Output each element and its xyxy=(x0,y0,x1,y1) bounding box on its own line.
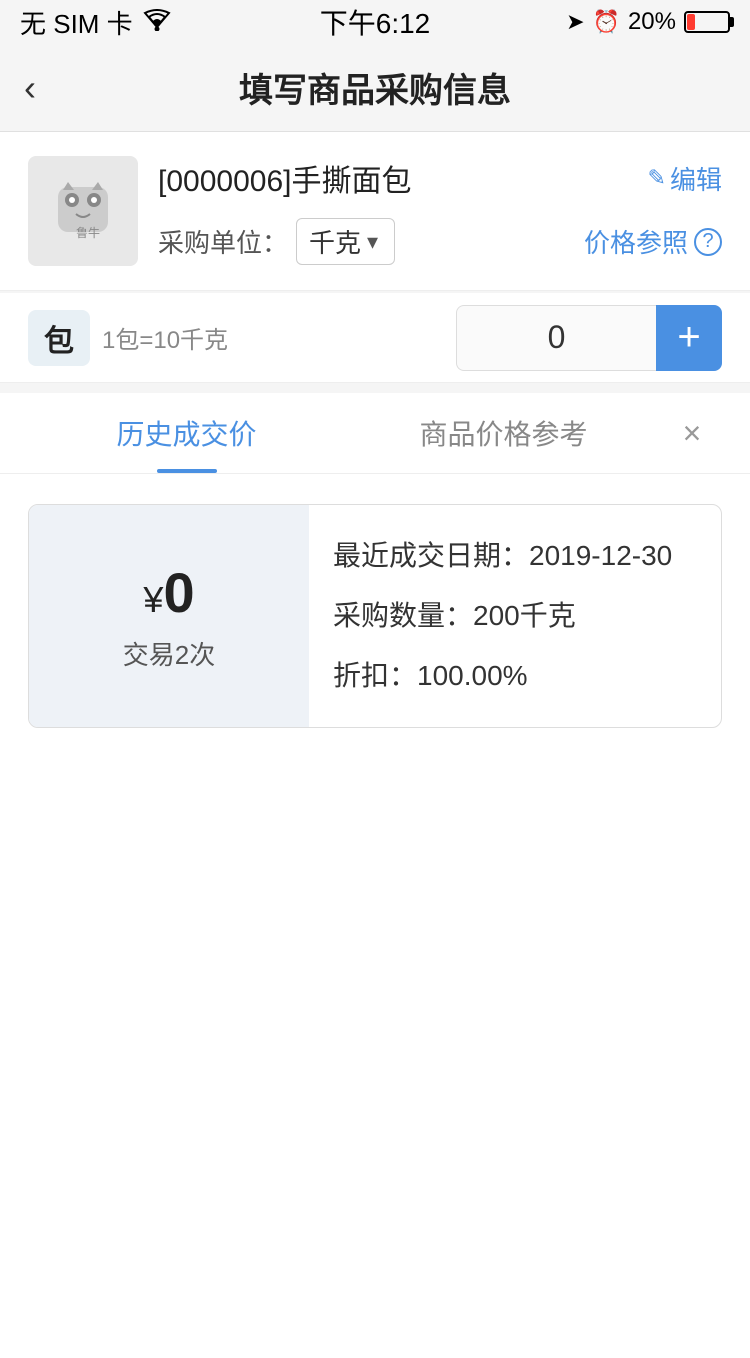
product-name: [0000006]手撕面包 xyxy=(158,156,411,200)
status-right: ➤ ⏰ 20% xyxy=(566,8,730,36)
location-icon: ➤ xyxy=(566,9,584,35)
qty-input[interactable]: 0 xyxy=(456,305,656,371)
history-trades: 交易2次 xyxy=(123,635,215,672)
wifi-icon xyxy=(143,7,171,38)
status-time: 下午6:12 xyxy=(320,2,431,42)
history-right: 最近成交日期：2019-12-30 采购数量：200千克 折扣：100.00% xyxy=(309,505,721,727)
qty-unit: 包 xyxy=(28,310,90,366)
svg-text:鲁牛: 鲁牛 xyxy=(76,225,100,240)
qty-input-group[interactable]: 0 + xyxy=(456,305,722,371)
page-title: 填写商品采购信息 xyxy=(239,63,511,112)
qty-conversion: 1包=10千克 xyxy=(102,320,228,355)
dropdown-arrow-icon: ▾ xyxy=(367,229,378,255)
battery-percent: 20% xyxy=(628,8,676,36)
history-card: ¥0 交易2次 最近成交日期：2019-12-30 采购数量：200千克 折扣：… xyxy=(28,504,722,728)
price-ref-button[interactable]: 价格参照 ? xyxy=(584,223,722,260)
qty-label-group: 包 1包=10千克 xyxy=(28,310,228,366)
tabs-header: 历史成交价 商品价格参考 × xyxy=(0,393,750,474)
unit-label: 采购单位： 千克 ▾ xyxy=(158,218,395,265)
tab-close-button[interactable]: × xyxy=(662,403,722,463)
status-bar: 无 SIM 卡 下午6:12 ➤ ⏰ 20% xyxy=(0,0,750,44)
tab-history-price[interactable]: 历史成交价 xyxy=(28,393,345,473)
history-detail-qty: 采购数量：200千克 xyxy=(333,595,697,637)
tab-price-ref[interactable]: 商品价格参考 xyxy=(345,393,662,473)
alarm-icon: ⏰ xyxy=(593,9,620,35)
quantity-section: 包 1包=10千克 0 + xyxy=(0,293,750,383)
carrier-text: 无 SIM 卡 xyxy=(20,4,133,41)
edit-icon: ✎ xyxy=(648,165,666,191)
history-content: ¥0 交易2次 最近成交日期：2019-12-30 采购数量：200千克 折扣：… xyxy=(0,474,750,758)
product-info: [0000006]手撕面包 ✎ 编辑 采购单位： 千克 ▾ 价格参照 ? xyxy=(158,156,722,265)
history-price: ¥0 xyxy=(143,560,194,625)
page-header: ‹ 填写商品采购信息 xyxy=(0,44,750,132)
product-card: 鲁牛 [0000006]手撕面包 ✎ 编辑 采购单位： 千克 ▾ 价格参照 xyxy=(0,132,750,291)
tabs-panel: 历史成交价 商品价格参考 × ¥0 交易2次 最近成交日期：2019-12-30… xyxy=(0,393,750,758)
info-icon: ? xyxy=(694,228,722,256)
battery-icon xyxy=(684,11,730,33)
edit-button[interactable]: ✎ 编辑 xyxy=(648,160,722,197)
history-detail-date: 最近成交日期：2019-12-30 xyxy=(333,535,697,577)
status-left: 无 SIM 卡 xyxy=(20,4,171,41)
history-detail-discount: 折扣：100.00% xyxy=(333,655,697,697)
product-image: 鲁牛 xyxy=(28,156,138,266)
product-logo-icon: 鲁牛 xyxy=(48,172,118,250)
bottom-area xyxy=(0,758,750,1358)
back-button[interactable]: ‹ xyxy=(24,67,36,109)
unit-select[interactable]: 千克 ▾ xyxy=(296,218,395,265)
history-left: ¥0 交易2次 xyxy=(29,505,309,727)
qty-plus-button[interactable]: + xyxy=(656,305,722,371)
